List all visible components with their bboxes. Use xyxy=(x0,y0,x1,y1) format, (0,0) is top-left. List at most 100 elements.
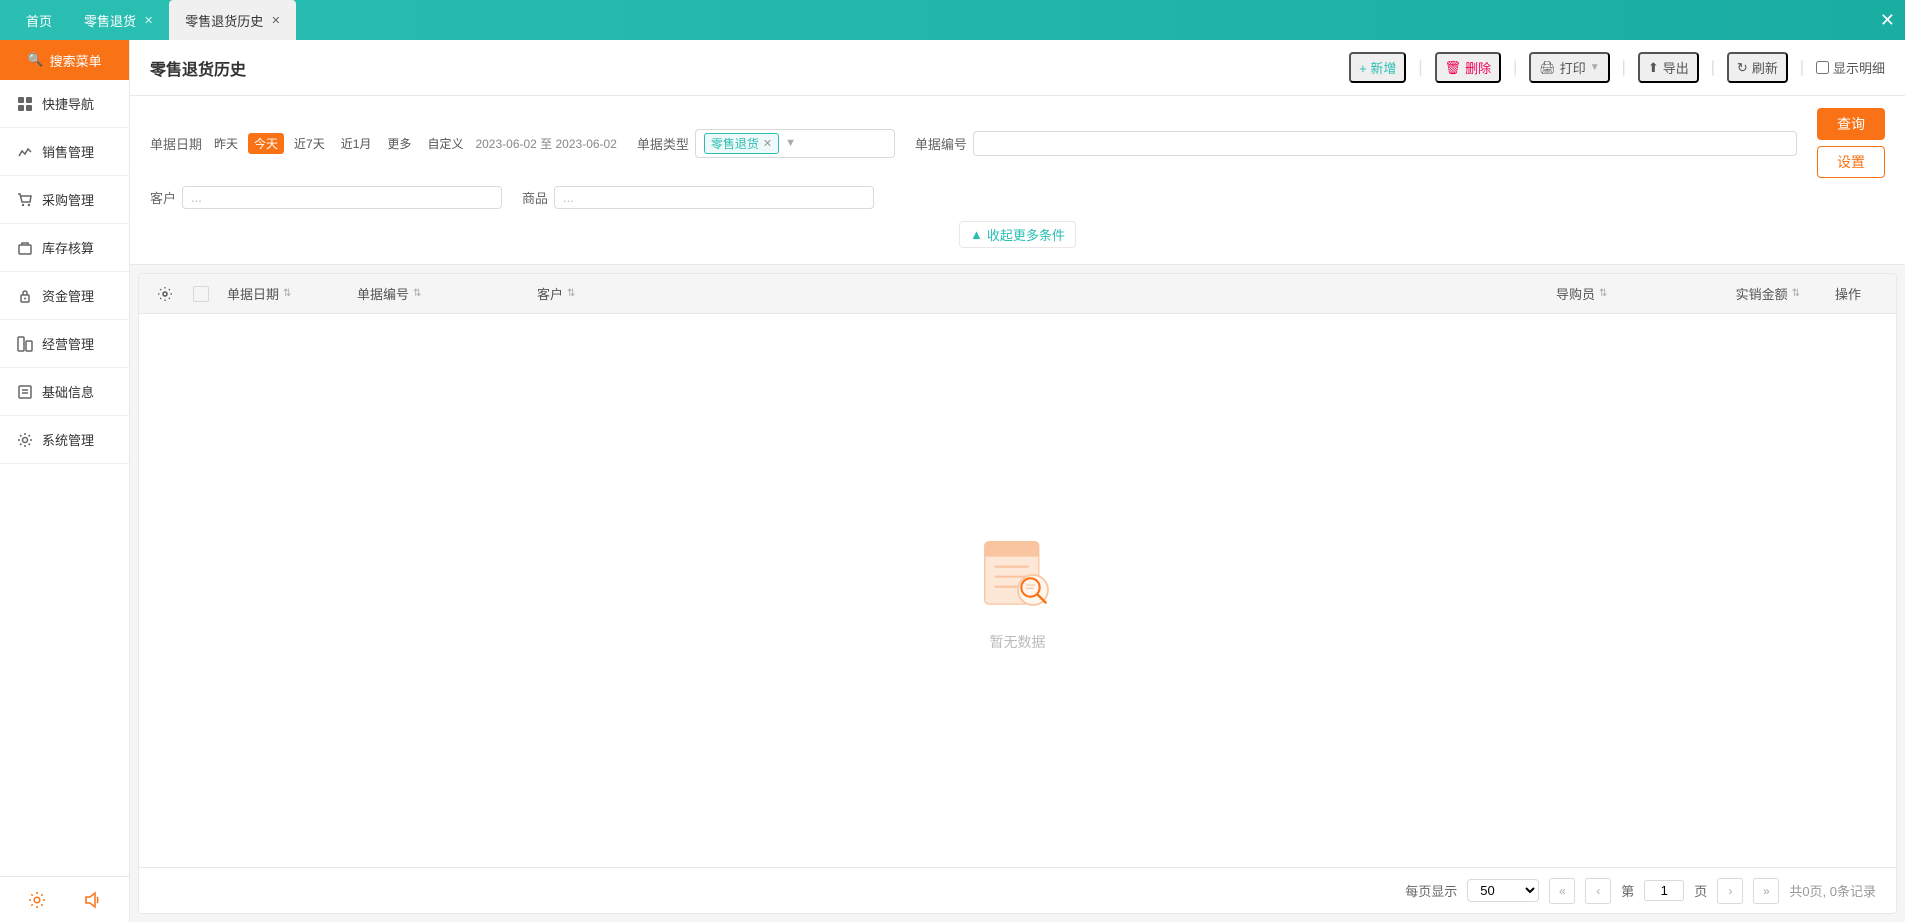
pagination-first-button[interactable]: « xyxy=(1549,878,1575,904)
refresh-button[interactable]: ↻ 刷新 xyxy=(1727,52,1788,83)
tab-retail-return-history[interactable]: 零售退货历史 ✕ xyxy=(169,0,296,40)
doc-type-tag-label: 零售退货 xyxy=(711,135,759,152)
sidebar-item-quick-nav[interactable]: 快捷导航 xyxy=(0,80,129,128)
sidebar-settings-button[interactable] xyxy=(21,884,53,916)
pagination: 每页显示 50 10 20 100 « ‹ 第 页 › xyxy=(139,867,1896,913)
sidebar-item-operations[interactable]: 经营管理 xyxy=(0,320,129,368)
grid-icon xyxy=(16,95,34,113)
purchase-icon xyxy=(16,191,34,209)
goods-select[interactable]: ... xyxy=(554,186,874,209)
sidebar-search-label: 搜索菜单 xyxy=(50,51,102,70)
th-check[interactable] xyxy=(183,286,219,302)
sidebar-item-quick-nav-label: 快捷导航 xyxy=(42,94,94,113)
prev-page-icon: ‹ xyxy=(1596,884,1600,898)
date-btn-more[interactable]: 更多 xyxy=(381,133,417,154)
th-amount[interactable]: 实销金额 ⇅ xyxy=(1688,284,1808,303)
doc-num-filter: 单据编号 xyxy=(915,131,1797,156)
sidebar: 🔍 搜索菜单 快捷导航 销售管理 采购管理 xyxy=(0,40,130,922)
sidebar-item-purchase[interactable]: 采购管理 xyxy=(0,176,129,224)
sidebar-item-finance[interactable]: 资金管理 xyxy=(0,272,129,320)
date-btn-yesterday[interactable]: 昨天 xyxy=(208,133,244,154)
main-layout: 🔍 搜索菜单 快捷导航 销售管理 采购管理 xyxy=(0,40,1905,922)
doc-num-label: 单据编号 xyxy=(915,134,967,153)
query-settings-group: 查询 设置 xyxy=(1817,108,1885,178)
new-button[interactable]: + 新增 xyxy=(1349,52,1406,83)
sidebar-bottom xyxy=(0,876,129,922)
empty-illustration xyxy=(968,530,1068,620)
date-filter: 单据日期 昨天 今天 近7天 近1月 更多 自定义 2023-06-02 至 2… xyxy=(150,133,617,154)
pagination-total: 共0页, 0条记录 xyxy=(1789,881,1876,900)
basic-info-icon xyxy=(16,383,34,401)
th-customer[interactable]: 客户 ⇅ xyxy=(529,284,1548,303)
tab-home[interactable]: 首页 xyxy=(10,0,68,40)
th-date[interactable]: 单据日期 ⇅ xyxy=(219,284,349,303)
refresh-icon: ↻ xyxy=(1737,60,1748,76)
sidebar-item-system[interactable]: 系统管理 xyxy=(0,416,129,464)
settings-button[interactable]: 设置 xyxy=(1817,146,1885,178)
print-dropdown-icon: ▼ xyxy=(1590,62,1600,73)
date-btn-today[interactable]: 今天 xyxy=(248,133,284,154)
th-date-label: 单据日期 xyxy=(227,284,279,303)
date-btn-month[interactable]: 近1月 xyxy=(335,133,378,154)
sidebar-item-sales[interactable]: 销售管理 xyxy=(0,128,129,176)
doc-num-input[interactable] xyxy=(973,131,1797,156)
doc-type-label: 单据类型 xyxy=(637,134,689,153)
pagination-last-button[interactable]: » xyxy=(1753,878,1779,904)
doc-type-filter: 单据类型 零售退货 ✕ ▼ xyxy=(637,129,895,158)
pagination-prev-button[interactable]: ‹ xyxy=(1585,878,1611,904)
query-button[interactable]: 查询 xyxy=(1817,108,1885,140)
sidebar-sound-button[interactable] xyxy=(76,884,108,916)
show-detail-input[interactable] xyxy=(1816,61,1829,74)
collapse-button[interactable]: ▲ 收起更多条件 xyxy=(959,221,1076,248)
pagination-next-button[interactable]: › xyxy=(1717,878,1743,904)
first-page-icon: « xyxy=(1559,884,1566,898)
date-filter-label: 单据日期 xyxy=(150,134,202,153)
empty-state: 暂无数据 xyxy=(139,314,1896,867)
per-page-select[interactable]: 50 10 20 100 xyxy=(1467,879,1539,902)
last-page-icon: » xyxy=(1763,884,1770,898)
table-area: 单据日期 ⇅ 单据编号 ⇅ 客户 ⇅ 导购员 ⇅ 实销金额 ⇅ xyxy=(138,273,1897,914)
tab-retail-return-label: 零售退货 xyxy=(84,11,136,30)
show-detail-label: 显示明细 xyxy=(1833,58,1885,77)
tab-retail-return[interactable]: 零售退货 ✕ xyxy=(68,0,169,40)
export-button[interactable]: ⬆ 导出 xyxy=(1638,52,1699,83)
doc-type-tag-close[interactable]: ✕ xyxy=(763,137,772,150)
date-btn-week[interactable]: 近7天 xyxy=(288,133,331,154)
system-icon xyxy=(16,431,34,449)
customer-select[interactable]: ... xyxy=(182,186,502,209)
sidebar-item-operations-label: 经营管理 xyxy=(42,334,94,353)
search-icon: 🔍 xyxy=(27,52,43,68)
tab-retail-return-history-label: 零售退货历史 xyxy=(185,11,263,30)
date-btn-custom[interactable]: 自定义 xyxy=(421,133,469,154)
collapse-label: 收起更多条件 xyxy=(987,225,1065,244)
sidebar-search[interactable]: 🔍 搜索菜单 xyxy=(0,40,129,80)
show-detail-checkbox[interactable]: 显示明细 xyxy=(1816,58,1885,77)
sidebar-item-system-label: 系统管理 xyxy=(42,430,94,449)
th-guide[interactable]: 导购员 ⇅ xyxy=(1548,284,1688,303)
select-all-checkbox[interactable] xyxy=(193,286,209,302)
customer-placeholder: ... xyxy=(191,190,202,205)
tab-retail-return-close[interactable]: ✕ xyxy=(144,14,153,27)
delete-icon: 🗑 xyxy=(1445,60,1462,76)
sales-icon xyxy=(16,143,34,161)
topbar-tabs: 首页 零售退货 ✕ 零售退货历史 ✕ xyxy=(10,0,1880,40)
finance-icon xyxy=(16,287,34,305)
th-customer-sort-icon: ⇅ xyxy=(567,288,575,299)
doc-type-select[interactable]: 零售退货 ✕ ▼ xyxy=(695,129,895,158)
print-button[interactable]: 🖨 打印 ▼ xyxy=(1529,52,1609,83)
date-buttons: 昨天 今天 近7天 近1月 更多 自定义 xyxy=(208,133,469,154)
th-settings[interactable] xyxy=(147,286,183,302)
delete-button[interactable]: 🗑 🗑 删除 删除 xyxy=(1435,52,1502,83)
next-page-icon: › xyxy=(1728,884,1732,898)
page-number-input[interactable] xyxy=(1644,880,1684,901)
window-close-button[interactable]: ✕ xyxy=(1880,10,1895,31)
th-amount-label: 实销金额 xyxy=(1736,284,1788,303)
th-num-label: 单据编号 xyxy=(357,284,409,303)
th-num[interactable]: 单据编号 ⇅ xyxy=(349,284,529,303)
tab-retail-return-history-close[interactable]: ✕ xyxy=(271,14,280,27)
sidebar-item-inventory[interactable]: 库存核算 xyxy=(0,224,129,272)
sidebar-item-basic-info[interactable]: 基础信息 xyxy=(0,368,129,416)
page-title: 零售退货历史 xyxy=(150,56,246,80)
th-action-label: 操作 xyxy=(1835,284,1861,303)
content-area: 零售退货历史 + 新增 | 🗑 🗑 删除 删除 | 🖨 打印 ▼ | ⬆ xyxy=(130,40,1905,922)
